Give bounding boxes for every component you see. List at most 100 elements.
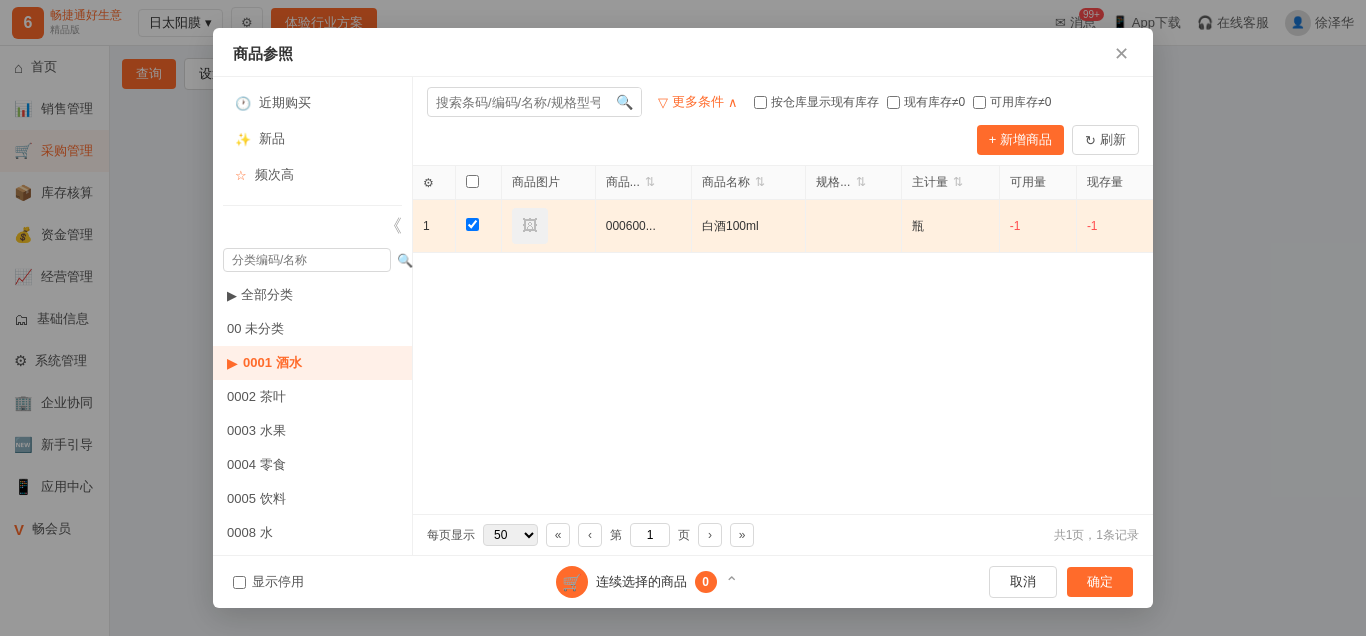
- modal-left-panel: 🕐 近期购买 ✨ 新品 ☆ 频次高 《: [213, 77, 413, 555]
- col-stock: 现存量: [1076, 166, 1153, 200]
- prev-page-button[interactable]: ‹: [578, 523, 602, 547]
- total-info: 共1页，1条记录: [1054, 527, 1139, 544]
- col-spec[interactable]: 规格... ⇅: [806, 166, 901, 200]
- add-product-button[interactable]: + 新增商品: [977, 125, 1064, 155]
- category-item-0004[interactable]: 0004 零食: [213, 448, 412, 482]
- filter-icon: ▽: [658, 95, 668, 110]
- sort-name-icon[interactable]: ⇅: [755, 175, 765, 189]
- row-stock: -1: [1076, 200, 1153, 253]
- left-divider: [223, 205, 402, 206]
- category-item-0001[interactable]: ▶ 0001 酒水: [213, 346, 412, 380]
- checkbox-warehouse-stock-input[interactable]: [754, 96, 767, 109]
- per-page-label: 每页显示: [427, 527, 475, 544]
- checkbox-usable-stock-input[interactable]: [973, 96, 986, 109]
- row-checkbox[interactable]: [466, 218, 479, 231]
- product-search-box: 🔍: [427, 87, 642, 117]
- more-filter-button[interactable]: ▽ 更多条件 ∧: [650, 89, 746, 115]
- pagination-row: 每页显示 50 10 20 100 « ‹ 第 页 › » 共1页，1条记录: [413, 514, 1153, 555]
- modal-right-panel: 🔍 ▽ 更多条件 ∧ 按仓库显示现有库存 现有库存≠0: [413, 77, 1153, 555]
- category-arrow-all: ▶: [227, 288, 237, 303]
- row-unit: 瓶: [901, 200, 999, 253]
- checkbox-available-stock[interactable]: 现有库存≠0: [887, 94, 965, 111]
- modal-close-button[interactable]: ✕: [1109, 42, 1133, 66]
- cart-icon-button[interactable]: 🛒: [556, 566, 588, 598]
- per-page-select[interactable]: 50 10 20 100: [483, 524, 538, 546]
- footer-collapse-icon[interactable]: ⌃: [725, 573, 738, 592]
- show-disabled-checkbox[interactable]: [233, 576, 246, 589]
- category-search-row: 🔍: [213, 242, 412, 278]
- image-icon: 🖼: [522, 217, 538, 235]
- new-icon: ✨: [235, 132, 251, 147]
- product-toolbar: 🔍 ▽ 更多条件 ∧ 按仓库显示现有库存 现有库存≠0: [413, 77, 1153, 166]
- collapse-toggle[interactable]: 《: [213, 210, 412, 242]
- product-search-input[interactable]: [428, 95, 608, 110]
- category-list: ▶ 全部分类 00 未分类 ▶ 0001 酒水 0002 茶叶 0003 水果: [213, 278, 412, 545]
- sort-unit-icon[interactable]: ⇅: [953, 175, 963, 189]
- category-item-0008[interactable]: 0008 水: [213, 516, 412, 545]
- row-image-cell: 🖼: [502, 200, 596, 253]
- col-image: 商品图片: [502, 166, 596, 200]
- page-number-input[interactable]: [630, 523, 670, 547]
- confirm-button[interactable]: 确定: [1067, 567, 1133, 597]
- frequent-btn[interactable]: ☆ 频次高: [223, 159, 402, 191]
- star-icon: ☆: [235, 168, 247, 183]
- checkbox-warehouse-stock[interactable]: 按仓库显示现有库存: [754, 94, 879, 111]
- refresh-icon: ↻: [1085, 133, 1096, 148]
- col-checkbox[interactable]: [456, 166, 502, 200]
- row-spec: [806, 200, 901, 253]
- page-label: 第: [610, 527, 622, 544]
- col-code[interactable]: 商品... ⇅: [595, 166, 691, 200]
- sort-code-icon[interactable]: ⇅: [645, 175, 655, 189]
- modal-title: 商品参照: [233, 45, 293, 64]
- new-products-btn[interactable]: ✨ 新品: [223, 123, 402, 155]
- modal-footer: 显示停用 🛒 连续选择的商品 0 ⌃ 取消 确定: [213, 555, 1153, 608]
- category-item-00[interactable]: 00 未分类: [213, 312, 412, 346]
- select-all-checkbox[interactable]: [466, 175, 479, 188]
- category-item-0003[interactable]: 0003 水果: [213, 414, 412, 448]
- recent-buy-btn[interactable]: 🕐 近期购买: [223, 87, 402, 119]
- category-all[interactable]: ▶ 全部分类: [213, 278, 412, 312]
- col-available: 可用量: [999, 166, 1076, 200]
- row-available: -1: [999, 200, 1076, 253]
- refresh-product-button[interactable]: ↻ 刷新: [1072, 125, 1139, 155]
- row-name: 白酒100ml: [692, 200, 806, 253]
- modal-header: 商品参照 ✕: [213, 28, 1153, 77]
- category-item-0002[interactable]: 0002 茶叶: [213, 380, 412, 414]
- table-header-row: ⚙ 商品图片 商品... ⇅: [413, 166, 1153, 200]
- chevron-up-icon: ∧: [728, 95, 738, 110]
- product-table-container: ⚙ 商品图片 商品... ⇅: [413, 166, 1153, 514]
- row-code: 000600...: [595, 200, 691, 253]
- table-settings-icon[interactable]: ⚙: [423, 176, 434, 190]
- clock-icon: 🕐: [235, 96, 251, 111]
- category-search-input[interactable]: [223, 248, 391, 272]
- product-reference-modal: 商品参照 ✕ 🕐 近期购买 ✨ 新品 ☆ 频次高: [213, 28, 1153, 608]
- sort-spec-icon[interactable]: ⇅: [856, 175, 866, 189]
- table-row[interactable]: 1 🖼: [413, 200, 1153, 253]
- show-disabled-checkbox-label[interactable]: 显示停用: [233, 573, 304, 591]
- footer-center: 🛒 连续选择的商品 0 ⌃: [556, 566, 738, 598]
- col-unit[interactable]: 主计量 ⇅: [901, 166, 999, 200]
- row-checkbox-cell[interactable]: [456, 200, 502, 253]
- product-table: ⚙ 商品图片 商品... ⇅: [413, 166, 1153, 253]
- col-name[interactable]: 商品名称 ⇅: [692, 166, 806, 200]
- first-page-button[interactable]: «: [546, 523, 570, 547]
- modal-body: 🕐 近期购买 ✨ 新品 ☆ 频次高 《: [213, 77, 1153, 555]
- checkbox-available-stock-input[interactable]: [887, 96, 900, 109]
- toolbar-right-buttons: + 新增商品 ↻ 刷新: [977, 125, 1139, 155]
- page-suffix: 页: [678, 527, 690, 544]
- col-settings[interactable]: ⚙: [413, 166, 456, 200]
- category-search-icon[interactable]: 🔍: [397, 253, 413, 268]
- collapse-icon: 《: [384, 214, 402, 238]
- checkbox-usable-stock[interactable]: 可用库存≠0: [973, 94, 1051, 111]
- continuous-select-label: 连续选择的商品: [596, 573, 687, 591]
- category-item-0005[interactable]: 0005 饮料: [213, 482, 412, 516]
- cancel-button[interactable]: 取消: [989, 566, 1057, 598]
- category-arrow-0001: ▶: [227, 356, 237, 371]
- cart-icon: 🛒: [562, 573, 582, 592]
- last-page-button[interactable]: »: [730, 523, 754, 547]
- product-search-button[interactable]: 🔍: [608, 87, 641, 117]
- next-page-button[interactable]: ›: [698, 523, 722, 547]
- modal-overlay: 商品参照 ✕ 🕐 近期购买 ✨ 新品 ☆ 频次高: [0, 0, 1366, 636]
- row-num: 1: [413, 200, 456, 253]
- product-image: 🖼: [512, 208, 548, 244]
